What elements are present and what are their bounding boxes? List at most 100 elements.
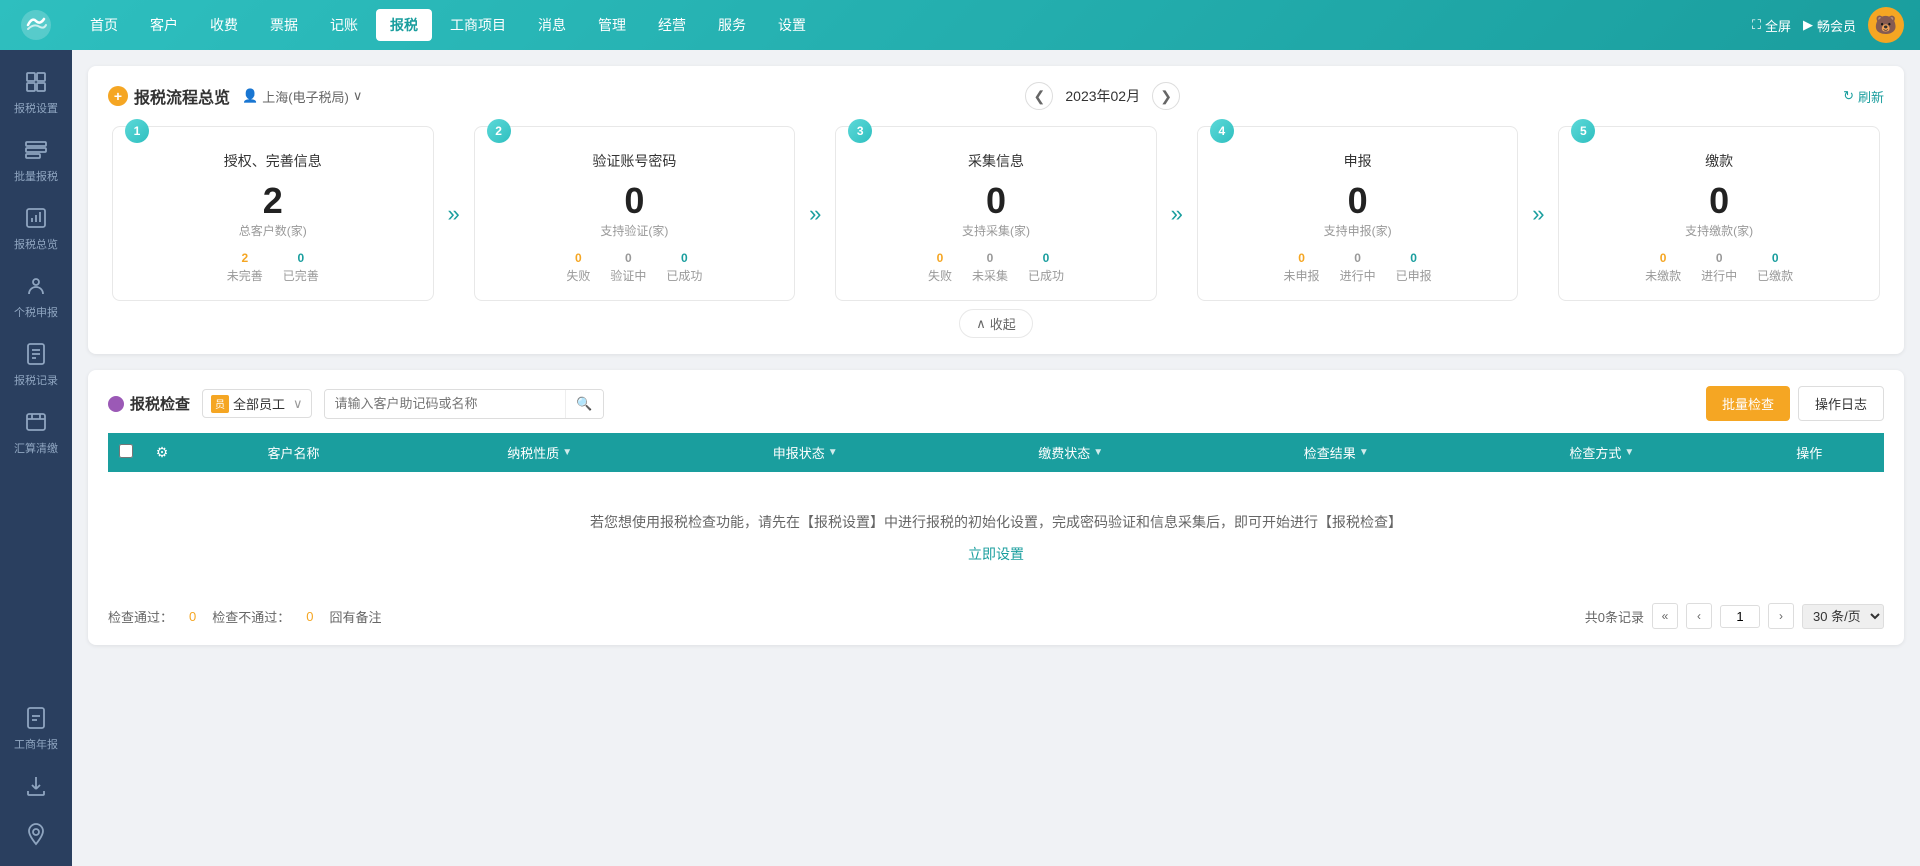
step-subtitle-3: 支持采集(家) xyxy=(852,222,1140,239)
nav-tax[interactable]: 报税 xyxy=(376,9,432,41)
step-card-2[interactable]: 2验证账号密码0支持验证(家)0失败0验证中0已成功 xyxy=(474,126,796,301)
select-all-checkbox[interactable] xyxy=(119,444,133,458)
nav-operation[interactable]: 经营 xyxy=(644,9,700,41)
step-card-4[interactable]: 4申报0支持申报(家)0未申报0进行中0已申报 xyxy=(1197,126,1519,301)
pass-count[interactable]: 0 xyxy=(189,609,196,624)
user-avatar[interactable]: 🐻 xyxy=(1868,7,1904,43)
step-subtitle-1: 总客户数(家) xyxy=(129,222,417,239)
fullscreen-button[interactable]: ⛶ 全屏 xyxy=(1752,16,1791,35)
check-method-filter[interactable]: 检查方式 ▼ xyxy=(1569,443,1634,462)
sidebar-item-reconcile[interactable]: 汇算清缴 xyxy=(0,398,72,466)
nav-home[interactable]: 首页 xyxy=(76,9,132,41)
refresh-button[interactable]: ↻ 刷新 xyxy=(1843,87,1884,106)
collapse-row: ∧ 收起 xyxy=(108,301,1884,338)
step-title-3: 采集信息 xyxy=(852,151,1140,171)
sidebar-item-location[interactable] xyxy=(10,810,62,858)
step-stats-4: 0未申报0进行中0已申报 xyxy=(1214,251,1502,284)
sidebar-item-batch-tax[interactable]: 批量报税 xyxy=(0,126,72,194)
tax-record-icon xyxy=(22,340,50,368)
sidebar-item-download[interactable] xyxy=(10,762,62,810)
check-table: ⚙ 客户名称 纳税性质 ▼ xyxy=(108,433,1884,593)
batch-check-button[interactable]: 批量检查 xyxy=(1706,386,1790,421)
sidebar-item-tax-overview[interactable]: 报税总览 xyxy=(0,194,72,262)
table-footer: 检查通过： 0 检查不通过： 0 囧有备注 共0条记录 « ‹ › 30 条/页 xyxy=(108,593,1884,629)
pay-status-filter[interactable]: 缴费状态 ▼ xyxy=(1038,443,1103,462)
nav-accounting[interactable]: 记账 xyxy=(316,9,372,41)
collapse-button[interactable]: ∧ 收起 xyxy=(959,309,1033,338)
stat-label: 已成功 xyxy=(666,267,702,284)
tax-type-filter[interactable]: 纳税性质 ▼ xyxy=(507,443,572,462)
stat-item-1-1: 0 已完善 xyxy=(283,251,319,284)
search-button[interactable]: 🔍 xyxy=(565,390,602,418)
collapse-icon: ∧ xyxy=(976,316,986,332)
col-operation-label: 操作 xyxy=(1796,446,1822,461)
dropdown-arrow-icon: ∨ xyxy=(293,396,303,412)
check-result-filter[interactable]: 检查结果 ▼ xyxy=(1304,443,1369,462)
member-button[interactable]: ▶ 畅会员 xyxy=(1803,16,1856,35)
top-navigation: 首页 客户 收费 票据 记账 报税 工商项目 消息 管理 经营 服务 设置 ⛶ … xyxy=(0,0,1920,50)
client-name-filter: 客户名称 xyxy=(267,443,319,462)
employee-filter[interactable]: 员 全部员工 ∨ xyxy=(202,389,312,418)
annual-report-icon xyxy=(22,704,50,732)
stat-label: 已成功 xyxy=(1028,267,1064,284)
stat-item-3-1: 0未采集 xyxy=(972,251,1008,284)
sidebar-item-tax-settings[interactable]: 报税设置 xyxy=(0,58,72,126)
step-num-1: 1 xyxy=(125,119,149,143)
plus-icon: + xyxy=(108,86,128,106)
search-input[interactable] xyxy=(325,390,566,417)
filter-icon-2: ▼ xyxy=(828,447,838,458)
step-subtitle-4: 支持申报(家) xyxy=(1214,222,1502,239)
prev-page-button[interactable]: ‹ xyxy=(1686,603,1712,629)
step-card-5[interactable]: 5缴款0支持缴款(家)0未缴款0进行中0已缴款 xyxy=(1558,126,1880,301)
note-label: 囧有备注 xyxy=(330,607,382,626)
page-number-input[interactable] xyxy=(1720,605,1760,628)
steps-row: 1授权、完善信息2总客户数(家)2未完善0已完善»2验证账号密码0支持验证(家)… xyxy=(108,126,1884,301)
stat-val: 0 xyxy=(297,251,304,265)
search-box: 🔍 xyxy=(324,389,604,419)
stat-val: 0 xyxy=(1354,251,1361,265)
first-page-button[interactable]: « xyxy=(1652,603,1678,629)
step-subtitle-2: 支持验证(家) xyxy=(491,222,779,239)
month-navigator: ❮ 2023年02月 ❯ xyxy=(1025,82,1180,110)
setup-link[interactable]: 立即设置 xyxy=(968,546,1024,562)
step-value-4: 0 xyxy=(1214,179,1502,222)
settings-icon[interactable]: ⚙ xyxy=(156,444,169,460)
sidebar-item-tax-record[interactable]: 报税记录 xyxy=(0,330,72,398)
check-title: 报税检查 xyxy=(108,393,190,414)
stat-label: 进行中 xyxy=(1340,267,1376,284)
location-icon xyxy=(22,820,50,848)
nav-message[interactable]: 消息 xyxy=(524,9,580,41)
filter-icon-3: ▼ xyxy=(1093,447,1103,458)
tax-settings-label: 报税设置 xyxy=(14,100,58,116)
pass-label: 检查通过： xyxy=(108,607,173,626)
pagination: 共0条记录 « ‹ › 30 条/页 xyxy=(1585,603,1884,629)
nav-service[interactable]: 服务 xyxy=(704,9,760,41)
col-check-result-label: 检查结果 xyxy=(1304,443,1356,462)
sidebar-item-annual-report[interactable]: 工商年报 xyxy=(10,694,62,762)
prev-month-button[interactable]: ❮ xyxy=(1025,82,1053,110)
fail-count[interactable]: 0 xyxy=(306,609,313,624)
step-card-1[interactable]: 1授权、完善信息2总客户数(家)2未完善0已完善 xyxy=(112,126,434,301)
personal-declare-label: 个税申报 xyxy=(14,304,58,320)
declare-status-filter[interactable]: 申报状态 ▼ xyxy=(773,443,838,462)
per-page-select[interactable]: 30 条/页 xyxy=(1802,604,1884,629)
next-page-button[interactable]: › xyxy=(1768,603,1794,629)
nav-business[interactable]: 工商项目 xyxy=(436,9,520,41)
check-header: 报税检查 员 全部员工 ∨ 🔍 批量检查 操作日志 xyxy=(108,386,1884,421)
sidebar-item-personal-declare[interactable]: 个税申报 xyxy=(0,262,72,330)
employee-icon: 员 xyxy=(211,395,229,413)
nav-settings[interactable]: 设置 xyxy=(764,9,820,41)
step-stats-3: 0失败0未采集0已成功 xyxy=(852,251,1140,284)
settings-header: ⚙ xyxy=(144,433,180,472)
nav-client[interactable]: 客户 xyxy=(136,9,192,41)
operation-log-button[interactable]: 操作日志 xyxy=(1798,386,1884,421)
location-badge[interactable]: 👤 上海(电子税局) ∨ xyxy=(242,87,362,106)
nav-invoice[interactable]: 票据 xyxy=(256,9,312,41)
col-check-method: 检查方式 ▼ xyxy=(1469,433,1735,472)
nav-fee[interactable]: 收费 xyxy=(196,9,252,41)
nav-management[interactable]: 管理 xyxy=(584,9,640,41)
stat-label: 已完善 xyxy=(283,267,319,284)
tax-overview-label: 报税总览 xyxy=(14,236,58,252)
step-card-3[interactable]: 3采集信息0支持采集(家)0失败0未采集0已成功 xyxy=(835,126,1157,301)
next-month-button[interactable]: ❯ xyxy=(1152,82,1180,110)
